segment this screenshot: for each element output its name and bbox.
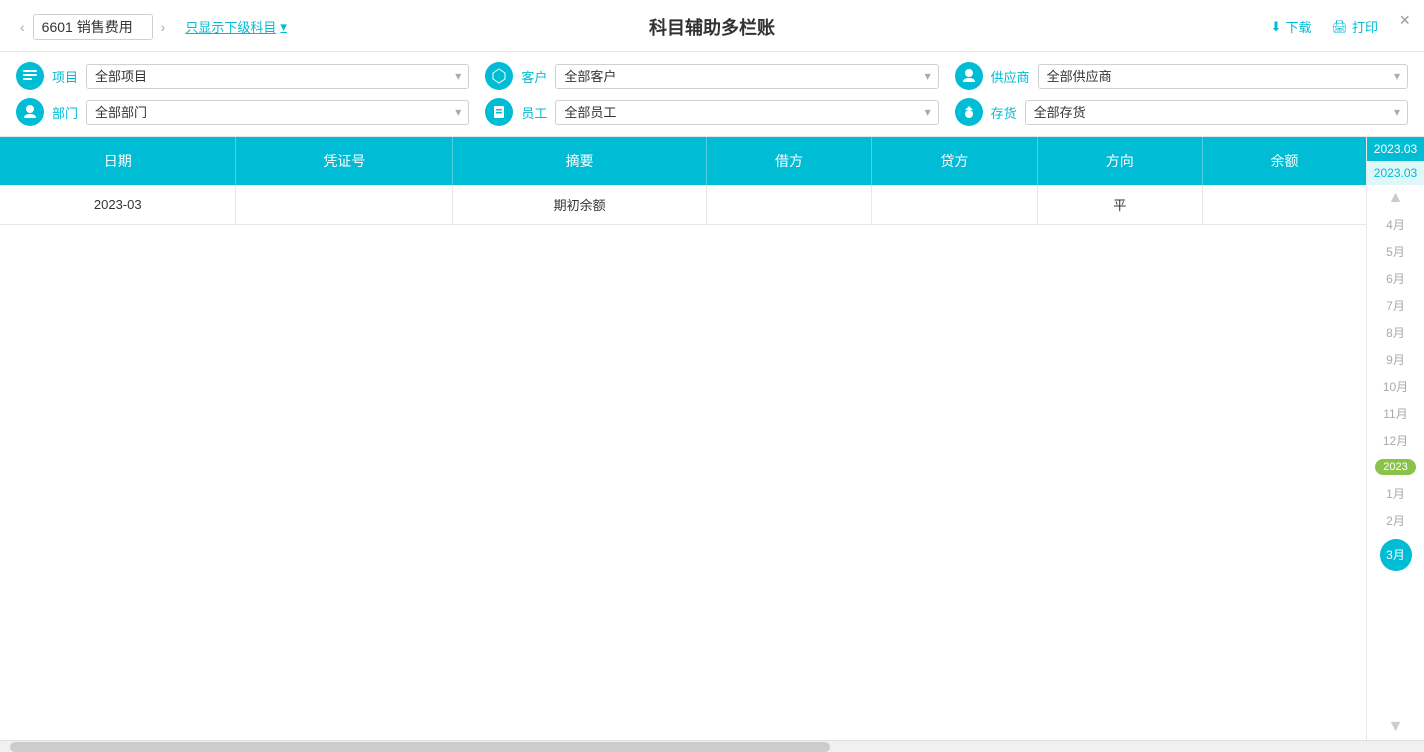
supplier-label: 供应商	[991, 67, 1030, 86]
show-sub-accounts[interactable]: 只显示下级科目 ▾	[185, 17, 287, 36]
supplier-icon	[955, 62, 983, 90]
cell-summary: 期初余额	[453, 185, 707, 225]
col-date: 日期	[0, 137, 236, 185]
project-select[interactable]: 全部项目	[86, 64, 469, 89]
timeline-month-5[interactable]: 5月	[1367, 238, 1424, 265]
table-header-row: 日期 凭证号 摘要 借方 贷方 方向 余额	[0, 137, 1366, 185]
table-area: 日期 凭证号 摘要 借方 贷方 方向 余额 2023-03 期初余额	[0, 137, 1366, 740]
timeline-sidebar: 2023.03 2023.03 ▲ 4月 5月 6月 7月 8月	[1366, 137, 1424, 740]
employee-select-wrapper: 全部员工	[555, 100, 938, 125]
filter-customer: 客户 全部客户	[485, 62, 938, 90]
timeline-year-badge: 2023	[1367, 454, 1424, 480]
account-code: 6601 销售费用	[33, 14, 153, 40]
timeline-month-8[interactable]: 8月	[1367, 319, 1424, 346]
department-icon	[16, 98, 44, 126]
project-label: 项目	[52, 67, 78, 86]
filter-inventory: 存货 全部存货	[955, 98, 1408, 126]
department-select-wrapper: 全部部门	[86, 100, 469, 125]
employee-icon	[485, 98, 513, 126]
scrollbar-thumb[interactable]	[10, 742, 830, 752]
next-arrow[interactable]: ›	[157, 17, 170, 37]
col-credit: 贷方	[872, 137, 1037, 185]
timeline-month-4[interactable]: 4月	[1367, 211, 1424, 238]
inventory-icon	[955, 98, 983, 126]
customer-icon	[485, 62, 513, 90]
header-actions: ⬇ 下载 🖨 打印	[1271, 17, 1408, 36]
filter-area: 项目 全部项目 客户 全部客户	[0, 52, 1424, 137]
ledger-table: 日期 凭证号 摘要 借方 贷方 方向 余额 2023-03 期初余额	[0, 137, 1366, 225]
filter-department: 部门 全部部门	[16, 98, 469, 126]
cell-voucher	[236, 185, 453, 225]
inventory-select-wrapper: 全部存货	[1025, 100, 1408, 125]
cell-balance	[1202, 185, 1366, 225]
cell-direction: 平	[1037, 185, 1202, 225]
timeline-header-1[interactable]: 2023.03	[1367, 137, 1424, 161]
cell-credit	[872, 185, 1037, 225]
close-button[interactable]: ×	[1399, 10, 1410, 31]
timeline-month-7[interactable]: 7月	[1367, 292, 1424, 319]
timeline-month-9[interactable]: 9月	[1367, 346, 1424, 373]
col-direction: 方向	[1037, 137, 1202, 185]
project-select-wrapper: 全部项目	[86, 64, 469, 89]
print-icon: 🖨	[1331, 19, 1348, 35]
filter-supplier: 供应商 全部供应商	[955, 62, 1408, 90]
inventory-label: 存货	[991, 103, 1017, 122]
timeline-month-12[interactable]: 12月	[1367, 427, 1424, 454]
print-button[interactable]: 🖨 打印	[1331, 17, 1378, 36]
nav-area: ‹ 6601 销售费用 ›	[16, 14, 169, 40]
customer-select[interactable]: 全部客户	[555, 64, 938, 89]
timeline-month-1[interactable]: 1月	[1367, 480, 1424, 507]
col-balance: 余额	[1202, 137, 1366, 185]
timeline-month-6[interactable]: 6月	[1367, 265, 1424, 292]
department-select[interactable]: 全部部门	[86, 100, 469, 125]
supplier-select[interactable]: 全部供应商	[1038, 64, 1408, 89]
filter-project: 项目 全部项目	[16, 62, 469, 90]
table-row: 2023-03 期初余额 平	[0, 185, 1366, 225]
timeline-scroll-down[interactable]: ▼	[1367, 714, 1424, 740]
prev-arrow[interactable]: ‹	[16, 17, 29, 37]
timeline-header-2[interactable]: 2023.03	[1367, 161, 1424, 185]
download-button[interactable]: ⬇ 下载	[1271, 17, 1312, 36]
customer-select-wrapper: 全部客户	[555, 64, 938, 89]
col-debit: 借方	[706, 137, 871, 185]
timeline-month-10[interactable]: 10月	[1367, 373, 1424, 400]
modal-container: × ‹ 6601 销售费用 › 只显示下级科目 ▾ 科目辅助多栏账 ⬇ 下载 🖨…	[0, 0, 1424, 752]
col-summary: 摘要	[453, 137, 707, 185]
cell-date: 2023-03	[0, 185, 236, 225]
download-icon: ⬇	[1271, 19, 1282, 35]
col-voucher: 凭证号	[236, 137, 453, 185]
timeline-month-3-active[interactable]: 3月	[1367, 534, 1424, 576]
content-area: 日期 凭证号 摘要 借方 贷方 方向 余额 2023-03 期初余额	[0, 137, 1424, 740]
page-title: 科目辅助多栏账	[649, 14, 775, 40]
supplier-select-wrapper: 全部供应商	[1038, 64, 1408, 89]
header: ‹ 6601 销售费用 › 只显示下级科目 ▾ 科目辅助多栏账 ⬇ 下载 🖨 打…	[0, 0, 1424, 52]
project-icon	[16, 62, 44, 90]
customer-label: 客户	[521, 67, 547, 86]
horizontal-scrollbar[interactable]	[0, 740, 1424, 752]
inventory-select[interactable]: 全部存货	[1025, 100, 1408, 125]
cell-debit	[706, 185, 871, 225]
department-label: 部门	[52, 103, 78, 122]
filter-row-1: 项目 全部项目 客户 全部客户	[16, 62, 1408, 90]
timeline-month-11[interactable]: 11月	[1367, 400, 1424, 427]
employee-select[interactable]: 全部员工	[555, 100, 938, 125]
timeline-month-2[interactable]: 2月	[1367, 507, 1424, 534]
filter-employee: 员工 全部员工	[485, 98, 938, 126]
filter-row-2: 部门 全部部门 员工 全部员工	[16, 98, 1408, 126]
timeline-scroll-up[interactable]: ▲	[1367, 185, 1424, 211]
employee-label: 员工	[521, 103, 547, 122]
